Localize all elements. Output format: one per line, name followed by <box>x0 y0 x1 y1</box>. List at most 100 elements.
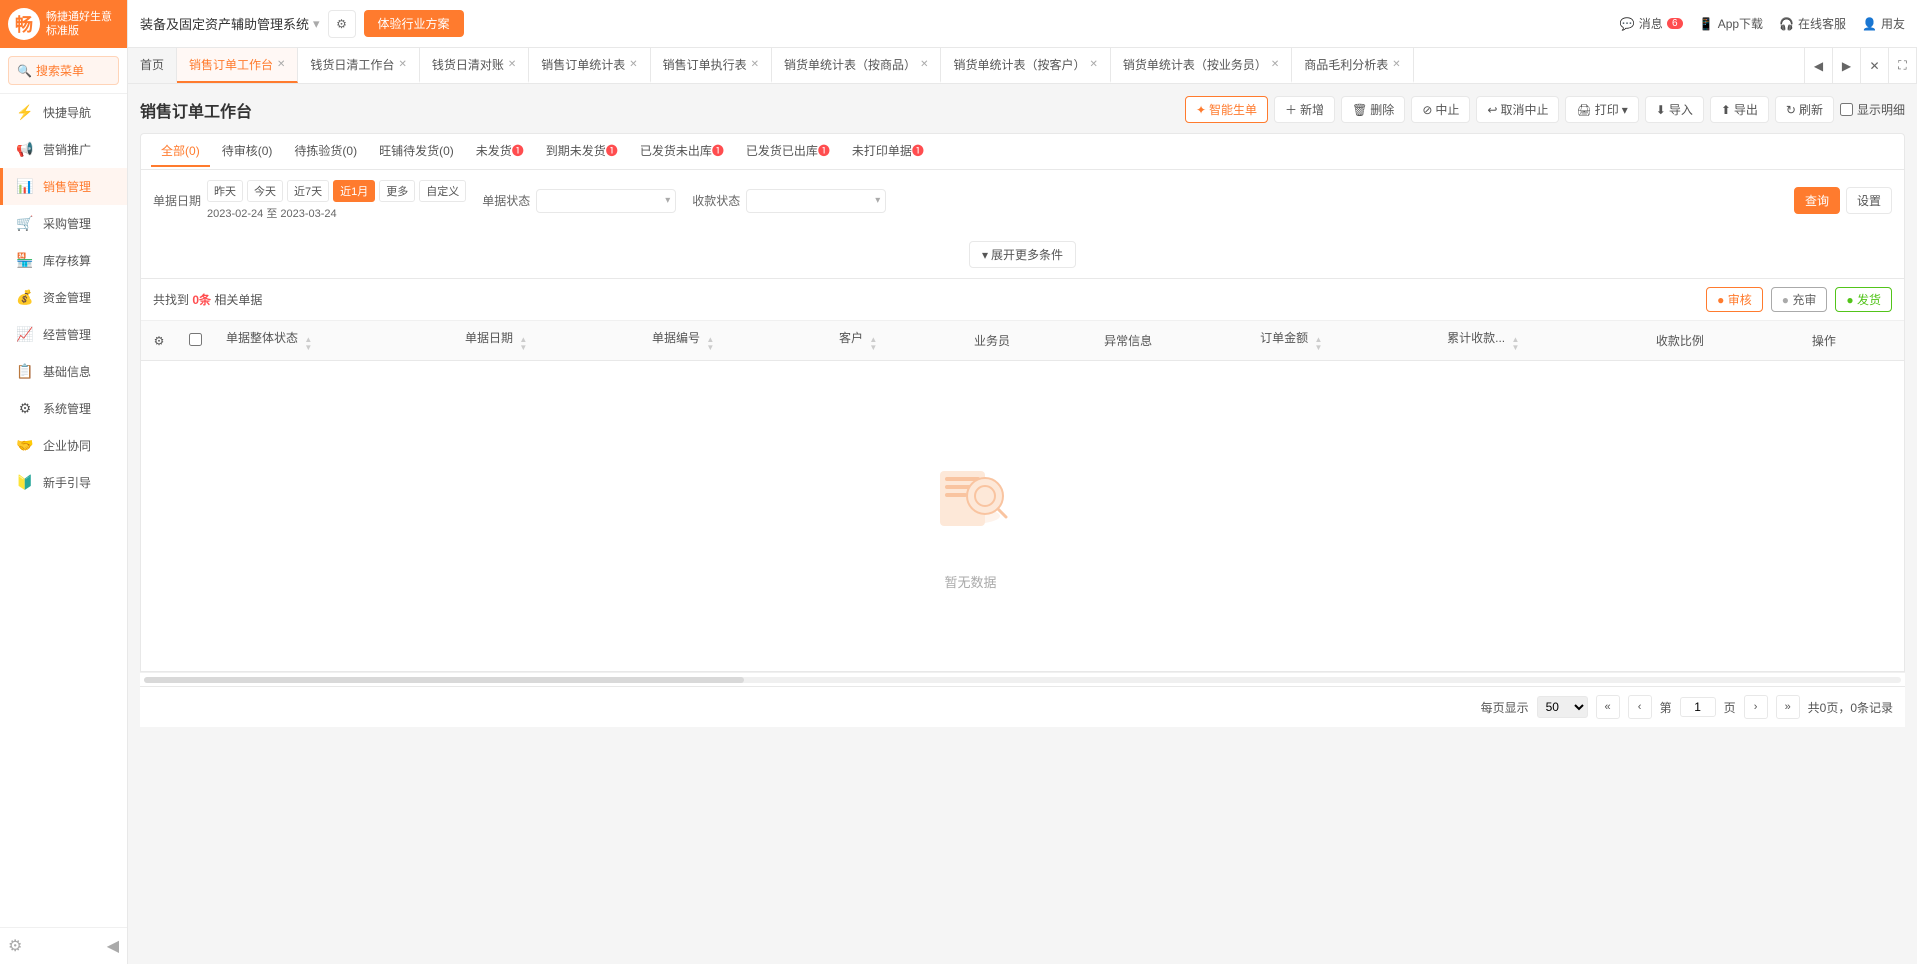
date-last7-btn[interactable]: 近7天 <box>287 180 329 202</box>
sidebar-item-purchase[interactable]: 🛒 采购管理 <box>0 205 127 242</box>
sidebar-item-finance[interactable]: 💰 资金管理 <box>0 279 127 316</box>
cancel-audit-action-button[interactable]: ● 充审 <box>1771 287 1828 312</box>
settings-button[interactable]: 设置 <box>1846 187 1892 214</box>
settings-bottom-icon[interactable]: ⚙ <box>8 936 22 956</box>
tab-close-icon[interactable]: ✕ <box>508 59 516 70</box>
cooperation-icon: 🤝 <box>15 437 35 454</box>
stop-icon: ⊘ <box>1422 103 1432 117</box>
sidebar-item-operations[interactable]: 📈 经营管理 <box>0 316 127 353</box>
settings-col-icon[interactable]: ⚙ <box>154 334 165 348</box>
suspend-button[interactable]: ⊘ 中止 <box>1411 96 1470 123</box>
empty-icon <box>920 441 1020 560</box>
page-next-button[interactable]: › <box>1744 695 1768 719</box>
user-menu-button[interactable]: 👤 用友 <box>1862 15 1905 32</box>
delete-button[interactable]: 🗑 删除 <box>1341 96 1405 123</box>
sub-tab-pending-inspect[interactable]: 待拣验货(0) <box>284 136 367 167</box>
tab-close-icon[interactable]: ✕ <box>1271 59 1279 70</box>
table-result-text: 共找到 0条 相关单据 <box>153 291 262 308</box>
date-last1month-btn[interactable]: 近1月 <box>333 180 375 202</box>
sub-tab-wangpu-ship[interactable]: 旺铺待发货(0) <box>369 136 464 167</box>
sub-tab-pending-review[interactable]: 待审核(0) <box>212 136 283 167</box>
sub-tab-not-shipped[interactable]: 未发货❶ <box>466 136 534 167</box>
sub-tab-expired-not-shipped[interactable]: 到期未发货❶ <box>536 136 628 167</box>
date-today-btn[interactable]: 今天 <box>247 180 283 202</box>
plan-button[interactable]: 体验行业方案 <box>364 10 464 37</box>
tabs-next-button[interactable]: ▶ <box>1833 48 1861 84</box>
expand-conditions-button[interactable]: ▾ 展开更多条件 <box>969 241 1076 268</box>
sidebar-item-system[interactable]: ⚙ 系统管理 <box>0 390 127 427</box>
sidebar-item-guide[interactable]: 🔰 新手引导 <box>0 464 127 501</box>
sidebar-item-inventory[interactable]: 🏪 库存核算 <box>0 242 127 279</box>
tab-sales-exec[interactable]: 销售订单执行表 ✕ <box>651 48 772 83</box>
tab-close-icon[interactable]: ✕ <box>1089 59 1097 70</box>
status-filter-label: 单据状态 <box>482 192 530 209</box>
sidebar-item-marketing[interactable]: 📢 营销推广 <box>0 131 127 168</box>
new-button[interactable]: ＋ 新增 <box>1274 96 1335 123</box>
cancel-suspend-button[interactable]: ↩ 取消中止 <box>1476 96 1559 123</box>
horizontal-scrollbar[interactable] <box>140 672 1905 686</box>
import-button[interactable]: ⬇ 导入 <box>1645 96 1704 123</box>
search-menu-button[interactable]: 🔍 搜索菜单 <box>8 56 119 85</box>
date-yesterday-btn[interactable]: 昨天 <box>207 180 243 202</box>
tab-cash-account[interactable]: 钱货日清对账 ✕ <box>420 48 529 83</box>
tab-close-icon[interactable]: ✕ <box>629 59 637 70</box>
ai-generate-button[interactable]: ✦ 智能生单 <box>1185 96 1268 123</box>
page-input[interactable] <box>1680 697 1716 717</box>
sort-icon: ▲▼ <box>1512 336 1520 352</box>
tab-gross-margin[interactable]: 商品毛利分析表 ✕ <box>1292 48 1413 83</box>
tab-close-icon[interactable]: ✕ <box>920 59 928 70</box>
refresh-button[interactable]: ↻ 刷新 <box>1775 96 1834 123</box>
finance-icon: 💰 <box>15 289 35 306</box>
tabs-fullscreen-button[interactable]: ⛶ <box>1889 48 1917 84</box>
sub-tab-all[interactable]: 全部(0) <box>151 136 210 167</box>
tab-cash-daily[interactable]: 钱货日清工作台 ✕ <box>298 48 419 83</box>
collapse-icon[interactable]: ◀ <box>107 936 119 956</box>
app-download-button[interactable]: 📱 App下载 <box>1699 15 1763 32</box>
tab-sales-summary-staff[interactable]: 销货单统计表（按业务员） ✕ <box>1111 48 1292 83</box>
page-last-button[interactable]: » <box>1776 695 1800 719</box>
tab-home[interactable]: 首页 <box>128 48 177 83</box>
payment-select-wrapper <box>746 189 886 213</box>
tabs-close-all-button[interactable]: ✕ <box>1861 48 1889 84</box>
tabs-prev-button[interactable]: ◀ <box>1805 48 1833 84</box>
per-page-select[interactable]: 50 10 20 100 <box>1537 696 1588 718</box>
tab-close-icon[interactable]: ✕ <box>751 59 759 70</box>
audit-action-button[interactable]: ● 审核 <box>1706 287 1763 312</box>
sidebar-item-quick-nav[interactable]: ⚡ 快捷导航 <box>0 94 127 131</box>
tab-sales-stat[interactable]: 销售订单统计表 ✕ <box>529 48 650 83</box>
col-number: 单据编号 ▲▼ <box>640 321 827 361</box>
tab-sales-summary-product[interactable]: 销货单统计表（按商品） ✕ <box>772 48 941 83</box>
query-button[interactable]: 查询 <box>1794 187 1840 214</box>
tab-sales-summary-customer[interactable]: 销货单统计表（按客户） ✕ <box>941 48 1110 83</box>
status-select[interactable] <box>536 189 676 213</box>
payment-select[interactable] <box>746 189 886 213</box>
sub-tab-shipped-warehoused[interactable]: 已发货已出库❶ <box>736 136 840 167</box>
page-prev-button[interactable]: ‹ <box>1628 695 1652 719</box>
export-button[interactable]: ⬆ 导出 <box>1710 96 1769 123</box>
col-amount: 订单金额 ▲▼ <box>1248 321 1435 361</box>
topbar-settings-button[interactable]: ⚙ <box>328 10 356 38</box>
tab-sales-workbench[interactable]: 销售订单工作台 ✕ <box>177 48 298 83</box>
ship-action-button[interactable]: ● 发货 <box>1835 287 1892 312</box>
tab-close-icon[interactable]: ✕ <box>277 59 285 70</box>
operations-icon: 📈 <box>15 326 35 343</box>
search-icon: 🔍 <box>17 64 32 78</box>
tab-close-icon[interactable]: ✕ <box>398 59 406 70</box>
sub-tab-not-printed[interactable]: 未打印单据❶ <box>842 136 934 167</box>
message-button[interactable]: 💬 消息 6 <box>1620 15 1683 32</box>
scroll-track[interactable] <box>144 677 1901 683</box>
show-details-checkbox[interactable] <box>1840 103 1853 116</box>
page-first-button[interactable]: « <box>1596 695 1620 719</box>
scroll-thumb[interactable] <box>144 677 744 683</box>
date-custom-btn[interactable]: 自定义 <box>419 180 466 202</box>
online-service-button[interactable]: 🎧 在线客服 <box>1779 15 1846 32</box>
date-more-btn[interactable]: 更多 <box>379 180 415 202</box>
empty-text: 暂无数据 <box>944 572 996 591</box>
select-all-checkbox[interactable] <box>189 333 202 346</box>
tab-close-icon[interactable]: ✕ <box>1392 59 1400 70</box>
sub-tab-shipped-not-warehoused[interactable]: 已发货未出库❶ <box>630 136 734 167</box>
sidebar-item-basic-info[interactable]: 📋 基础信息 <box>0 353 127 390</box>
print-button[interactable]: 🖨 打印 ▾ <box>1565 96 1638 123</box>
sidebar-item-sales[interactable]: 📊 销售管理 <box>0 168 127 205</box>
sidebar-item-cooperation[interactable]: 🤝 企业协同 <box>0 427 127 464</box>
